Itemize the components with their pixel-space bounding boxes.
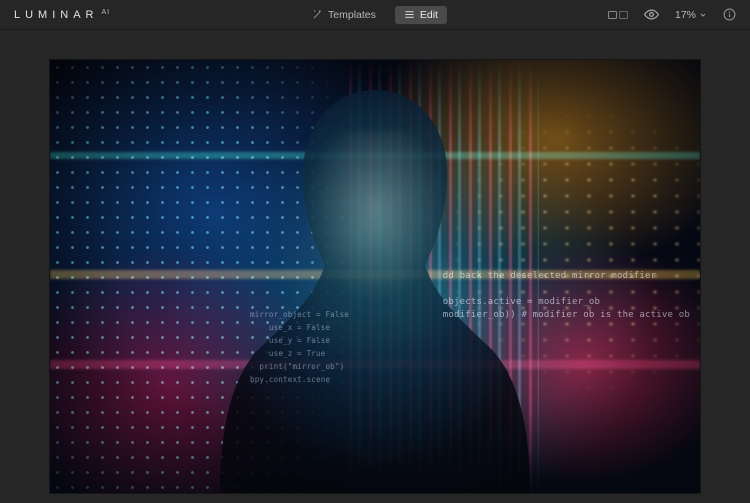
image-preview[interactable]: dd back the deselected mirror modifier o… (50, 60, 700, 493)
eye-icon (644, 7, 659, 22)
zoom-dropdown[interactable]: 17% (675, 9, 707, 21)
preview-toggle[interactable] (644, 7, 659, 22)
brand-suffix: AI (102, 9, 111, 16)
toolbar-right: 17% (608, 7, 736, 22)
compare-after-icon (619, 11, 628, 19)
tab-edit[interactable]: Edit (395, 6, 447, 24)
info-button[interactable] (723, 8, 736, 21)
mode-tabs: Templates Edit (303, 6, 447, 24)
info-icon (723, 8, 736, 21)
tab-templates[interactable]: Templates (303, 6, 385, 24)
app-brand: LUMINAR AI (14, 9, 110, 21)
wand-icon (312, 9, 323, 20)
image-vignette (50, 60, 700, 493)
zoom-value: 17% (675, 9, 696, 21)
chevron-down-icon (699, 11, 707, 19)
canvas-area: dd back the deselected mirror modifier o… (0, 30, 750, 503)
tab-edit-label: Edit (420, 9, 438, 21)
top-bar: LUMINAR AI Templates Edit 17% (0, 0, 750, 30)
compare-toggle[interactable] (608, 11, 628, 19)
compare-before-icon (608, 11, 617, 19)
brand-name: LUMINAR (14, 9, 99, 21)
sliders-icon (404, 9, 415, 20)
tab-templates-label: Templates (328, 9, 376, 21)
